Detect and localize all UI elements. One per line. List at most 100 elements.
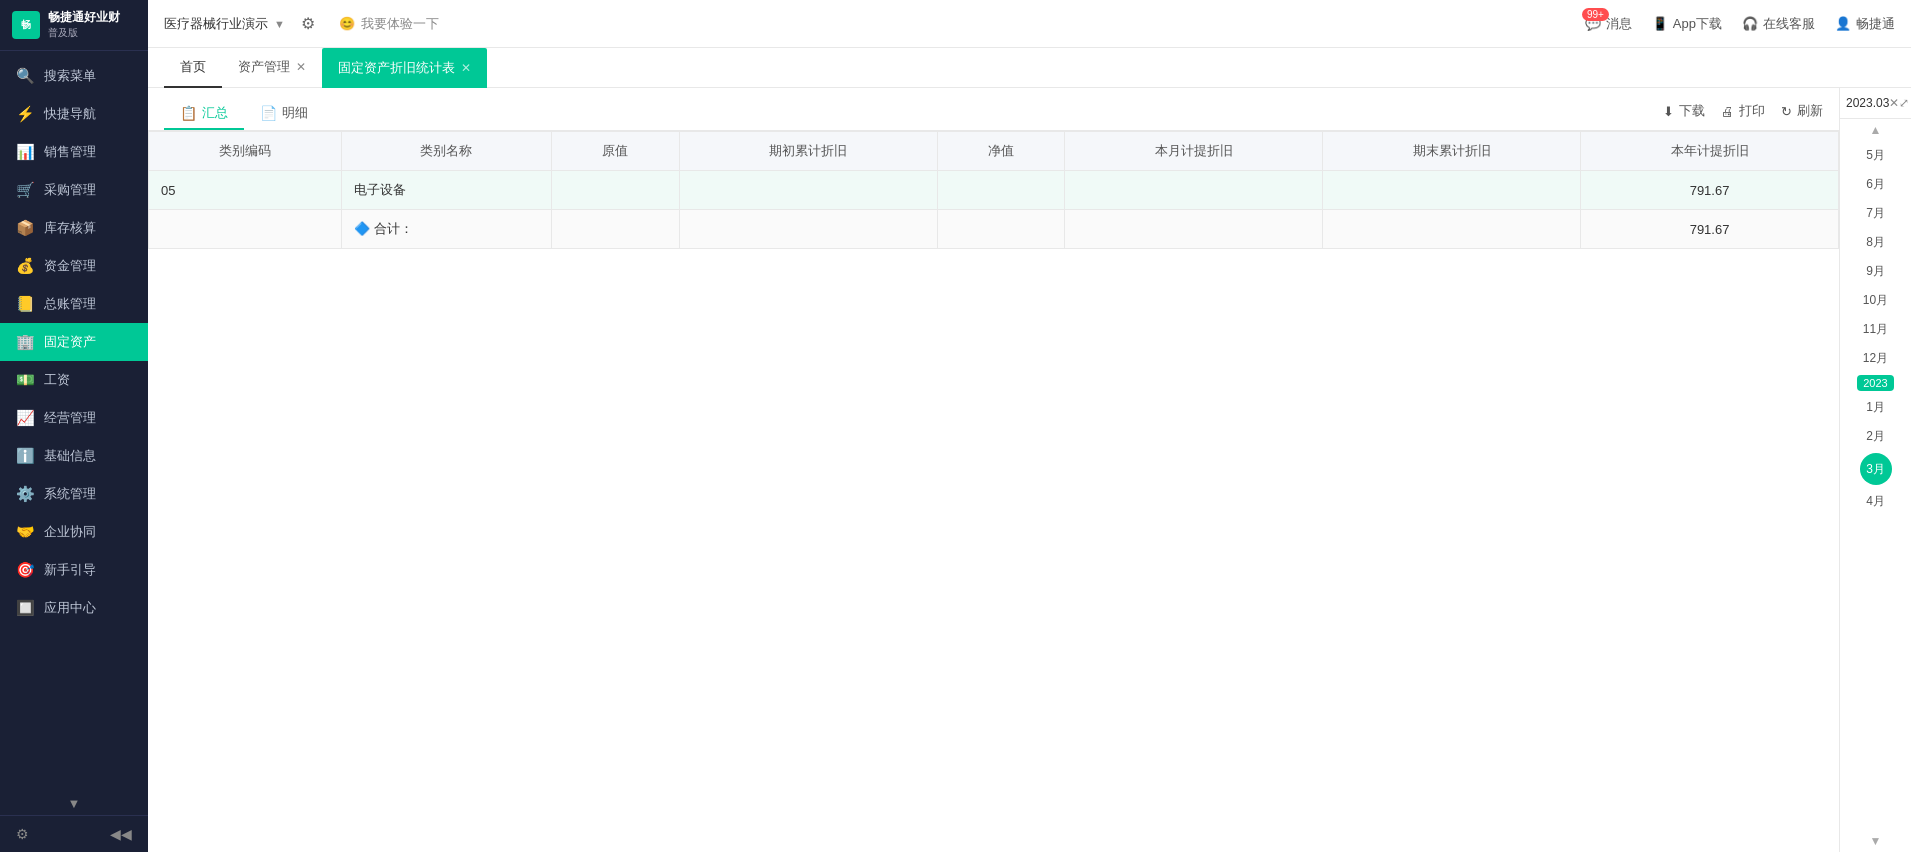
col-header: 期初累计折旧	[679, 132, 937, 171]
table-row: 05电子设备791.67	[149, 171, 1839, 210]
date-panel-year-badge[interactable]: 2023	[1857, 375, 1893, 391]
table-total-cell	[552, 210, 680, 249]
col-header: 本月计提折旧	[1065, 132, 1323, 171]
print-icon: 🖨	[1721, 104, 1734, 119]
nav-label-fixed-assets: 固定资产	[44, 333, 96, 351]
nav-icon-purchase: 🛒	[16, 181, 34, 199]
nav-label-guide: 新手引导	[44, 561, 96, 579]
table-cell	[1323, 171, 1581, 210]
date-panel-month[interactable]: 4月	[1840, 487, 1911, 516]
experience-icon: 😊	[339, 16, 355, 31]
date-panel-close-icon[interactable]: ✕	[1889, 96, 1899, 110]
table-cell	[1065, 171, 1323, 210]
company-arrow-icon: ▼	[274, 18, 285, 30]
topbar-settings-icon[interactable]: ⚙	[301, 14, 315, 33]
col-header: 期末累计折旧	[1323, 132, 1581, 171]
date-panel-month[interactable]: 8月	[1840, 228, 1911, 257]
nav-icon-inventory: 📦	[16, 219, 34, 237]
sidebar-item-quick-nav[interactable]: ⚡快捷导航	[0, 95, 148, 133]
sidebar-item-search[interactable]: 🔍 搜索菜单	[0, 57, 148, 95]
sub-tab-label-detail: 明细	[282, 104, 308, 122]
experience-text: 我要体验一下	[361, 15, 439, 33]
date-panel-scroll-down[interactable]: ▼	[1840, 830, 1911, 852]
tab-close-fixed-assets-depreciation[interactable]: ✕	[461, 61, 471, 75]
date-panel-list: 5月6月7月8月9月10月11月12月 2023 1月2月3月4月	[1840, 141, 1911, 830]
nav-label-purchase: 采购管理	[44, 181, 96, 199]
date-panel-title: 2023.03	[1846, 96, 1889, 110]
sidebar-item-app-center[interactable]: 🔲应用中心	[0, 589, 148, 627]
sidebar-item-guide[interactable]: 🎯新手引导	[0, 551, 148, 589]
download-button[interactable]: ⬇ 下载	[1663, 102, 1705, 120]
company-name: 医疗器械行业演示	[164, 15, 268, 33]
sidebar-item-payroll[interactable]: 💵工资	[0, 361, 148, 399]
sidebar-item-sales[interactable]: 📊销售管理	[0, 133, 148, 171]
nav-icon-enterprise: 🤝	[16, 523, 34, 541]
nav-label-search: 搜索菜单	[44, 67, 96, 85]
nav-icon-system: ⚙️	[16, 485, 34, 503]
company-selector[interactable]: 医疗器械行业演示 ▼	[164, 15, 285, 33]
sidebar-item-ledger[interactable]: 📒总账管理	[0, 285, 148, 323]
app-subtitle: 普及版	[48, 26, 120, 40]
nav-label-operations: 经营管理	[44, 409, 96, 427]
date-panel-month[interactable]: 1月	[1840, 393, 1911, 422]
sidebar-item-fixed-assets[interactable]: 🏢 固定资产	[0, 323, 148, 361]
table-total-cell	[1065, 210, 1323, 249]
nav-icon-fixed-assets: 🏢	[16, 333, 34, 351]
date-panel-month[interactable]: 2月	[1840, 422, 1911, 451]
tab-home[interactable]: 首页	[164, 48, 222, 88]
date-panel-header: 2023.03 ✕ ⤢	[1840, 88, 1911, 119]
sidebar-header: 畅 畅捷通好业财 普及版	[0, 0, 148, 51]
icon-messages: 💬99+	[1585, 16, 1601, 31]
sidebar-item-capital[interactable]: 💰资金管理	[0, 247, 148, 285]
nav-label-app-center: 应用中心	[44, 599, 96, 617]
icon-app-download: 📱	[1652, 16, 1668, 31]
date-panel-month[interactable]: 9月	[1840, 257, 1911, 286]
date-panel-month[interactable]: 5月	[1840, 141, 1911, 170]
sidebar-item-system[interactable]: ⚙️系统管理	[0, 475, 148, 513]
table-total-cell: 791.67	[1581, 210, 1839, 249]
date-panel-month[interactable]: 12月	[1840, 344, 1911, 373]
sub-tabs-right: ⬇ 下载 🖨 打印 ↻ 刷新	[1663, 102, 1823, 126]
page-content: 📋 汇总 📄明细 ⬇ 下载 🖨 打印 ↻ 刷新	[148, 88, 1839, 852]
experience-button[interactable]: 😊 我要体验一下	[339, 15, 439, 33]
table-total-cell	[937, 210, 1065, 249]
nav-icon-search: 🔍	[16, 67, 34, 85]
label-user: 畅捷通	[1856, 15, 1895, 33]
topbar-online-service[interactable]: 🎧在线客服	[1742, 15, 1815, 33]
refresh-button[interactable]: ↻ 刷新	[1781, 102, 1823, 120]
table-cell	[552, 171, 680, 210]
topbar-messages[interactable]: 💬99+消息	[1585, 15, 1632, 33]
topbar-app-download[interactable]: 📱App下载	[1652, 15, 1722, 33]
sub-tab-icon-summary: 📋	[180, 105, 197, 121]
sidebar-item-purchase[interactable]: 🛒 采购管理	[0, 171, 148, 209]
tab-fixed-assets-depreciation[interactable]: 固定资产折旧统计表✕	[322, 48, 487, 88]
sub-tab-summary[interactable]: 📋 汇总	[164, 98, 244, 130]
sidebar-scroll-down[interactable]: ▼	[0, 792, 148, 815]
sub-tab-detail[interactable]: 📄明细	[244, 98, 324, 130]
sub-tab-label-summary: 汇总	[202, 104, 228, 122]
date-panel-month[interactable]: 6月	[1840, 170, 1911, 199]
table-cell	[679, 171, 937, 210]
sidebar-settings-icon[interactable]: ⚙	[16, 826, 29, 842]
tab-close-asset-management[interactable]: ✕	[296, 60, 306, 74]
nav-label-payroll: 工资	[44, 371, 70, 389]
sidebar-item-basic-info[interactable]: ℹ️基础信息	[0, 437, 148, 475]
tabs-row: 首页资产管理✕固定资产折旧统计表✕	[148, 48, 1911, 88]
tab-asset-management[interactable]: 资产管理✕	[222, 48, 322, 88]
sidebar-item-inventory[interactable]: 📦库存核算	[0, 209, 148, 247]
nav-icon-basic-info: ℹ️	[16, 447, 34, 465]
app-title: 畅捷通好业财	[48, 10, 120, 26]
date-panel-scroll-up[interactable]: ▲	[1840, 119, 1911, 141]
date-panel-expand-icon[interactable]: ⤢	[1899, 96, 1909, 110]
date-panel-month[interactable]: 10月	[1840, 286, 1911, 315]
sidebar-item-enterprise[interactable]: 🤝企业协同	[0, 513, 148, 551]
date-panel-month[interactable]: 3月	[1860, 453, 1892, 485]
sub-tabs-left: 📋 汇总 📄明细	[164, 98, 324, 130]
label-online-service: 在线客服	[1763, 15, 1815, 33]
date-panel-month[interactable]: 11月	[1840, 315, 1911, 344]
sidebar-item-operations[interactable]: 📈经营管理	[0, 399, 148, 437]
print-button[interactable]: 🖨 打印	[1721, 102, 1765, 120]
sidebar-collapse-icon[interactable]: ◀◀	[110, 826, 132, 842]
topbar-user[interactable]: 👤畅捷通	[1835, 15, 1895, 33]
date-panel-month[interactable]: 7月	[1840, 199, 1911, 228]
